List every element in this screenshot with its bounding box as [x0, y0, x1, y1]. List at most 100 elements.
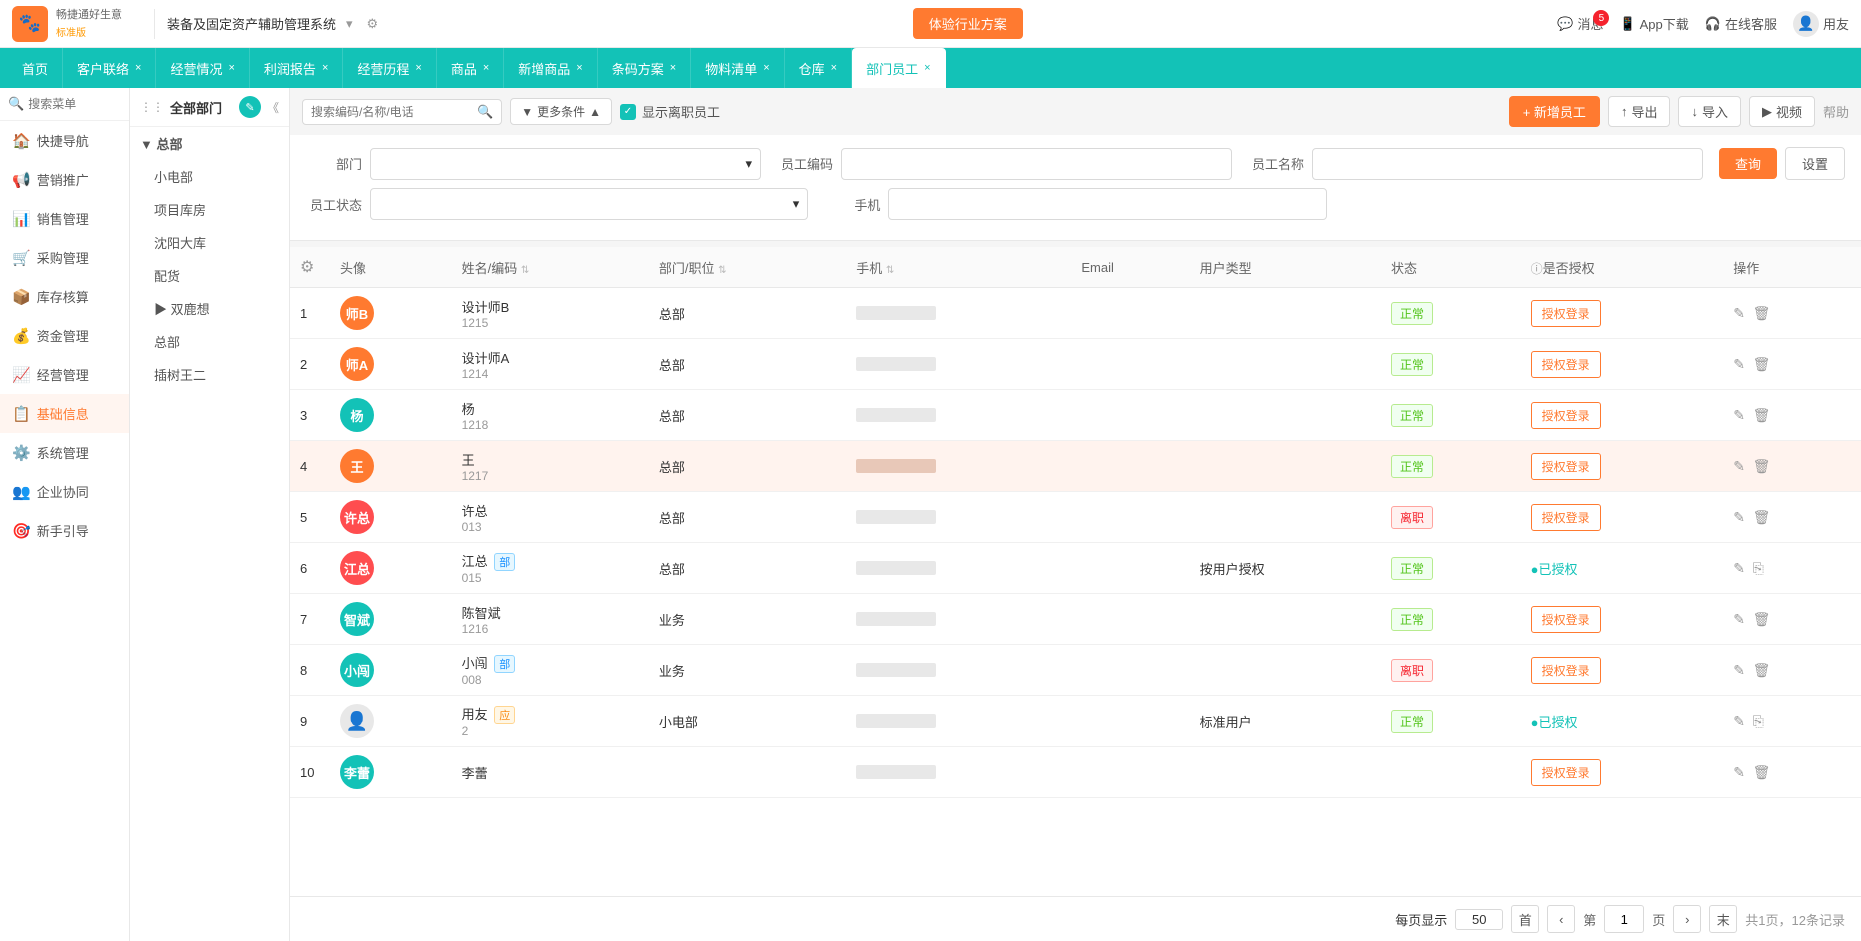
show-resigned-checkbox[interactable]: ✓	[620, 104, 636, 120]
system-title-dropdown-icon[interactable]: ▾	[346, 16, 353, 32]
edit-icon[interactable]: ✎	[1733, 611, 1745, 627]
delete-icon[interactable]: 🗑	[1753, 356, 1771, 372]
edit-icon[interactable]: ✎	[1733, 509, 1745, 525]
sidebar-item-quick-nav[interactable]: 🏠 快捷导航	[0, 121, 129, 160]
auth-button[interactable]: 授权登录	[1531, 402, 1601, 429]
tab-bom[interactable]: 物料清单 ×	[691, 48, 784, 88]
tab-warehouse-close[interactable]: ×	[831, 62, 837, 74]
tree-item-headquarters[interactable]: ▼ 总部	[130, 127, 289, 160]
user-item[interactable]: 👤 用友	[1793, 11, 1849, 37]
tree-item-shuanglu[interactable]: ▶ 双鹿想	[130, 292, 289, 325]
import-button[interactable]: ↓ 导入	[1678, 96, 1741, 127]
delete-icon[interactable]: 🗑	[1753, 611, 1771, 627]
tab-customer-close[interactable]: ×	[135, 62, 141, 74]
tab-bom-close[interactable]: ×	[763, 62, 769, 74]
table-settings-icon[interactable]: ⚙	[300, 259, 314, 276]
settings-button[interactable]: 设置	[1785, 147, 1845, 180]
search-input[interactable]	[311, 105, 471, 119]
sidebar-item-guide[interactable]: 🎯 新手引导	[0, 511, 129, 550]
auth-button[interactable]: 授权登录	[1531, 657, 1601, 684]
edit-icon[interactable]: ✎	[1733, 713, 1745, 729]
edit-icon[interactable]: ✎	[1733, 764, 1745, 780]
per-page-select[interactable]: 50	[1455, 909, 1503, 930]
tree-item-project-storage[interactable]: 项目库房	[130, 193, 289, 226]
sidebar-item-collab[interactable]: 👥 企业协同	[0, 472, 129, 511]
tab-add-goods[interactable]: 新增商品 ×	[504, 48, 597, 88]
col-phone-sort[interactable]: ⇅	[886, 265, 894, 276]
tab-customer[interactable]: 客户联络 ×	[63, 48, 156, 88]
more-filter-button[interactable]: ▼ 更多条件 ▲	[510, 98, 612, 125]
tab-warehouse[interactable]: 仓库 ×	[785, 48, 852, 88]
filter-emp-code-input[interactable]	[841, 148, 1232, 180]
delete-icon[interactable]: 🗑	[1753, 509, 1771, 525]
auth-button[interactable]: 授权登录	[1531, 351, 1601, 378]
page-input[interactable]	[1604, 905, 1644, 933]
sidebar-item-purchase[interactable]: 🛒 采购管理	[0, 238, 129, 277]
tree-item-shenyang[interactable]: 沈阳大库	[130, 226, 289, 259]
app-download-item[interactable]: 📱 App下载	[1619, 14, 1688, 33]
add-employee-button[interactable]: + 新增员工	[1509, 96, 1600, 127]
delete-icon[interactable]: 🗑	[1753, 764, 1771, 780]
last-page-button[interactable]: 末	[1709, 905, 1737, 933]
filter-emp-name-input[interactable]	[1312, 148, 1703, 180]
auth-button[interactable]: 授权登录	[1531, 759, 1601, 786]
tab-history-close[interactable]: ×	[415, 62, 421, 74]
sidebar-item-sales[interactable]: 📊 销售管理	[0, 199, 129, 238]
show-resigned-toggle[interactable]: ✓ 显示离职员工	[620, 102, 720, 121]
tab-department[interactable]: 部门员工 ×	[852, 48, 945, 88]
sidebar-item-finance[interactable]: 💰 资金管理	[0, 316, 129, 355]
delete-icon[interactable]: 🗑	[1753, 305, 1771, 321]
help-text[interactable]: 帮助	[1823, 102, 1849, 121]
first-page-button[interactable]: 首	[1511, 905, 1539, 933]
tree-item-chafu[interactable]: 插树王二	[130, 358, 289, 391]
sidebar-item-operation-mgmt[interactable]: 📈 经营管理	[0, 355, 129, 394]
message-item[interactable]: 💬 消息 5	[1557, 14, 1603, 33]
tab-department-close[interactable]: ×	[924, 62, 930, 74]
edit-icon[interactable]: ✎	[1733, 662, 1745, 678]
copy-icon[interactable]: ⎘	[1753, 560, 1764, 576]
sidebar-item-basic-info[interactable]: 📋 基础信息	[0, 394, 129, 433]
tab-barcode[interactable]: 条码方案 ×	[598, 48, 691, 88]
auth-button[interactable]: 授权登录	[1531, 504, 1601, 531]
tree-item-distribution[interactable]: 配货	[130, 259, 289, 292]
prev-page-button[interactable]: ‹	[1547, 905, 1575, 933]
tab-operation-close[interactable]: ×	[228, 62, 234, 74]
tab-profit-close[interactable]: ×	[322, 62, 328, 74]
edit-icon[interactable]: ✎	[1733, 356, 1745, 372]
online-service-item[interactable]: 🎧 在线客服	[1705, 14, 1777, 33]
filter-phone-input[interactable]	[888, 188, 1326, 220]
delete-icon[interactable]: 🗑	[1753, 407, 1771, 423]
edit-icon[interactable]: ✎	[1733, 305, 1745, 321]
auth-button[interactable]: 授权登录	[1531, 300, 1601, 327]
col-name-sort[interactable]: ⇅	[521, 265, 529, 276]
tree-collapse-icon[interactable]: 《	[267, 99, 279, 116]
export-button[interactable]: ↑ 导出	[1608, 96, 1671, 127]
sidebar-item-marketing[interactable]: 📢 营销推广	[0, 160, 129, 199]
tab-home[interactable]: 首页	[8, 48, 63, 88]
search-icon[interactable]: 🔍	[477, 104, 493, 120]
video-button[interactable]: ▶ 视频	[1749, 96, 1815, 127]
trial-button[interactable]: 体验行业方案	[913, 8, 1023, 39]
tab-history[interactable]: 经营历程 ×	[343, 48, 436, 88]
auth-button[interactable]: 授权登录	[1531, 606, 1601, 633]
filter-emp-status-select[interactable]: ▾	[370, 188, 808, 220]
search-button[interactable]: 查询	[1719, 148, 1777, 179]
tab-goods[interactable]: 商品 ×	[437, 48, 504, 88]
next-page-button[interactable]: ›	[1673, 905, 1701, 933]
tree-item-electronics[interactable]: 小电部	[130, 160, 289, 193]
sidebar-search-input[interactable]	[28, 97, 121, 111]
delete-icon[interactable]: 🗑	[1753, 458, 1771, 474]
tree-item-hq[interactable]: 总部	[130, 325, 289, 358]
settings-icon[interactable]: ⚙	[367, 16, 379, 32]
filter-dept-select[interactable]: ▾	[370, 148, 761, 180]
tab-add-goods-close[interactable]: ×	[576, 62, 582, 74]
tab-goods-close[interactable]: ×	[483, 62, 489, 74]
tab-profit[interactable]: 利润报告 ×	[250, 48, 343, 88]
sidebar-item-inventory[interactable]: 📦 库存核算	[0, 277, 129, 316]
tree-edit-icon[interactable]: ✎	[239, 96, 261, 118]
edit-icon[interactable]: ✎	[1733, 560, 1745, 576]
auth-button[interactable]: 授权登录	[1531, 453, 1601, 480]
col-dept-sort[interactable]: ⇅	[718, 265, 726, 276]
copy-icon[interactable]: ⎘	[1753, 713, 1764, 729]
edit-icon[interactable]: ✎	[1733, 458, 1745, 474]
